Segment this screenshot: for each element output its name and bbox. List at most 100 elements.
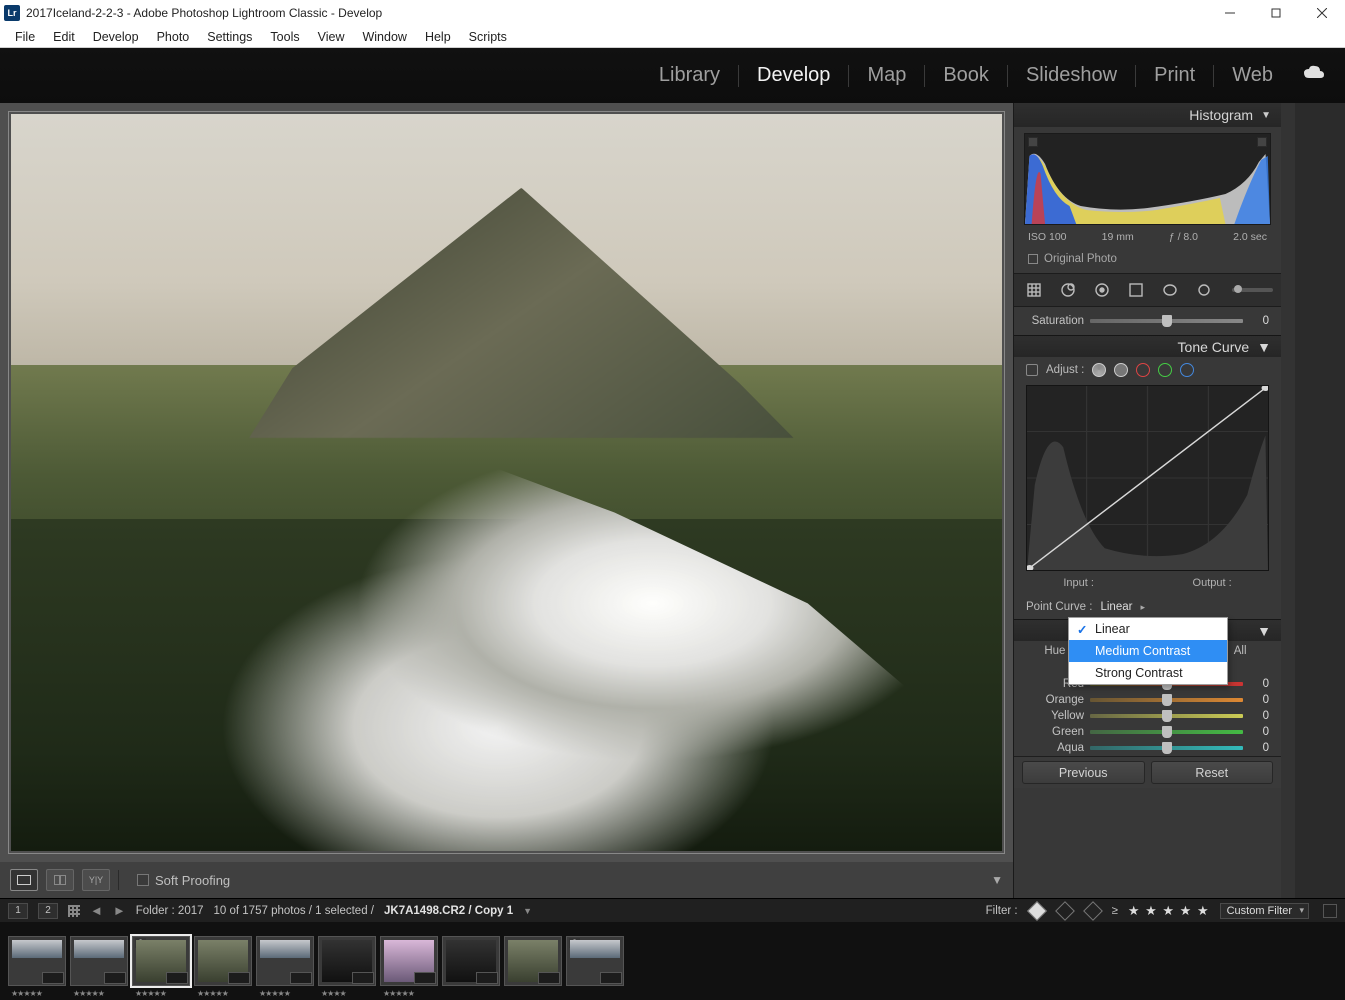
- secondary-display-1[interactable]: 1: [8, 903, 28, 919]
- canvas-area[interactable]: [0, 103, 1013, 862]
- original-photo-toggle[interactable]: Original Photo: [1014, 249, 1281, 273]
- nav-forward-icon[interactable]: ►: [113, 903, 126, 918]
- menu-scripts[interactable]: Scripts: [460, 28, 516, 46]
- filmstrip-thumb[interactable]: ★★★★★: [194, 936, 252, 986]
- filmstrip-thumb[interactable]: ★★★★★: [256, 936, 314, 986]
- develop-tool-strip: [1014, 273, 1281, 307]
- targeted-adjust-icon[interactable]: [1026, 364, 1038, 376]
- rating-filter-stars[interactable]: ★ ★ ★ ★ ★: [1128, 903, 1210, 919]
- crop-tool-icon[interactable]: [1022, 278, 1046, 302]
- filmstrip-thumb-selected[interactable]: 2★★★★★: [132, 936, 190, 986]
- soft-proofing-toggle[interactable]: Soft Proofing: [137, 873, 230, 888]
- curve-channel-red[interactable]: [1136, 363, 1150, 377]
- toolbar-options-chevron[interactable]: ▼: [991, 873, 1003, 887]
- menu-window[interactable]: Window: [353, 28, 415, 46]
- radial-filter-tool-icon[interactable]: [1158, 278, 1182, 302]
- saturation-slider[interactable]: Saturation 0: [1014, 307, 1281, 335]
- custom-filter-select[interactable]: Custom Filter: [1220, 903, 1309, 919]
- previous-reset-row: Previous Reset: [1014, 756, 1281, 788]
- tone-curve-graph[interactable]: [1026, 385, 1269, 571]
- panel-switch-icon[interactable]: [1026, 343, 1034, 351]
- current-filename: JK7A1498.CR2 / Copy 1: [384, 905, 513, 917]
- menu-photo[interactable]: Photo: [148, 28, 199, 46]
- previous-button[interactable]: Previous: [1022, 761, 1145, 784]
- filmstrip[interactable]: ★★★★★ ★★★★★ 2★★★★★ ★★★★★ ★★★★★ ★★★★ ★★★★…: [0, 922, 1345, 1000]
- luminance-yellow-slider[interactable]: Yellow0: [1014, 708, 1281, 724]
- before-after-tb-button[interactable]: Y|Y: [82, 869, 110, 891]
- module-library[interactable]: Library: [641, 64, 738, 87]
- flag-unflagged-icon[interactable]: [1055, 901, 1075, 921]
- menu-tools[interactable]: Tools: [261, 28, 308, 46]
- mask-overlay-slider[interactable]: [1232, 288, 1273, 292]
- filter-lock-icon[interactable]: [1323, 904, 1337, 918]
- filmstrip-thumb[interactable]: [442, 936, 500, 986]
- module-print[interactable]: Print: [1136, 64, 1213, 87]
- iso-value: ISO 100: [1028, 231, 1067, 243]
- menu-help[interactable]: Help: [416, 28, 460, 46]
- redeye-tool-icon[interactable]: [1090, 278, 1114, 302]
- dropdown-option-medium-contrast[interactable]: Medium Contrast: [1069, 640, 1227, 662]
- filmstrip-thumb[interactable]: 2: [566, 936, 624, 986]
- module-map[interactable]: Map: [849, 64, 924, 87]
- window-close-button[interactable]: [1299, 0, 1345, 26]
- curve-channel-blue[interactable]: [1180, 363, 1194, 377]
- photo-canvas[interactable]: [11, 114, 1002, 851]
- module-web[interactable]: Web: [1214, 64, 1291, 87]
- collapse-icon: ▼: [1261, 110, 1271, 121]
- collapse-icon: ▼: [1257, 623, 1271, 639]
- graduated-filter-tool-icon[interactable]: [1124, 278, 1148, 302]
- menu-settings[interactable]: Settings: [198, 28, 261, 46]
- rating-ge[interactable]: ≥: [1112, 905, 1118, 917]
- dropdown-option-linear[interactable]: Linear: [1069, 618, 1227, 640]
- right-panel: Histogram▼ ISO 100 19 mm ƒ / 8.0 2.0 sec: [1013, 103, 1281, 898]
- point-curve-value: Linear: [1100, 601, 1132, 613]
- filename-dropdown-icon[interactable]: ▼: [523, 906, 532, 916]
- point-curve-row[interactable]: Point Curve : Linear ▸ Linear Medium Con…: [1014, 595, 1281, 619]
- dropdown-chevron-icon[interactable]: ▸: [1140, 602, 1145, 613]
- nav-back-icon[interactable]: ◄: [90, 903, 103, 918]
- luminance-aqua-slider[interactable]: Aqua0: [1014, 740, 1281, 756]
- luminance-orange-slider[interactable]: Orange0: [1014, 692, 1281, 708]
- soft-proofing-checkbox[interactable]: [137, 874, 149, 886]
- module-slideshow[interactable]: Slideshow: [1008, 64, 1135, 87]
- luminance-green-slider[interactable]: Green0: [1014, 724, 1281, 740]
- spot-removal-tool-icon[interactable]: [1056, 278, 1080, 302]
- photo-count: 10 of 1757 photos / 1 selected /: [214, 905, 374, 917]
- menu-view[interactable]: View: [309, 28, 354, 46]
- grid-view-icon[interactable]: [68, 905, 80, 917]
- work-area: Y|Y Soft Proofing ▼ Histogram▼: [0, 103, 1345, 898]
- filter-label: Filter :: [986, 905, 1018, 917]
- reset-button[interactable]: Reset: [1151, 761, 1274, 784]
- module-develop[interactable]: Develop: [739, 64, 848, 87]
- original-photo-checkbox[interactable]: [1028, 254, 1038, 264]
- filmstrip-thumb[interactable]: ★★★★★: [8, 936, 66, 986]
- dropdown-option-strong-contrast[interactable]: Strong Contrast: [1069, 662, 1227, 684]
- secondary-display-2[interactable]: 2: [38, 903, 58, 919]
- filmstrip-thumb[interactable]: ★★★★★: [380, 936, 438, 986]
- flag-picked-icon[interactable]: [1027, 901, 1047, 921]
- tone-curve-panel-header[interactable]: Tone Curve ▼: [1014, 335, 1281, 357]
- window-minimize-button[interactable]: [1207, 0, 1253, 26]
- menu-file[interactable]: File: [6, 28, 44, 46]
- canvas-column: Y|Y Soft Proofing ▼: [0, 103, 1013, 898]
- right-scrollbar[interactable]: [1281, 103, 1295, 898]
- brush-tool-icon[interactable]: [1192, 278, 1216, 302]
- filmstrip-info-bar: 1 2 ◄ ► Folder : 2017 10 of 1757 photos …: [0, 898, 1345, 922]
- cloud-sync-icon[interactable]: [1303, 65, 1325, 86]
- filmstrip-thumb[interactable]: ★★★★★: [70, 936, 128, 986]
- loupe-view-button[interactable]: [10, 869, 38, 891]
- curve-channel-luma[interactable]: [1114, 363, 1128, 377]
- filmstrip-thumb[interactable]: [504, 936, 562, 986]
- histogram-display[interactable]: [1024, 133, 1271, 225]
- curve-channel-rgb[interactable]: [1092, 363, 1106, 377]
- menu-develop[interactable]: Develop: [84, 28, 148, 46]
- window-maximize-button[interactable]: [1253, 0, 1299, 26]
- filmstrip-thumb[interactable]: ★★★★: [318, 936, 376, 986]
- curve-channel-green[interactable]: [1158, 363, 1172, 377]
- flag-rejected-icon[interactable]: [1083, 901, 1103, 921]
- menu-edit[interactable]: Edit: [44, 28, 84, 46]
- histogram-panel-header[interactable]: Histogram▼: [1014, 103, 1281, 127]
- folder-path[interactable]: Folder : 2017: [136, 905, 204, 917]
- module-book[interactable]: Book: [925, 64, 1007, 87]
- before-after-lr-button[interactable]: [46, 869, 74, 891]
